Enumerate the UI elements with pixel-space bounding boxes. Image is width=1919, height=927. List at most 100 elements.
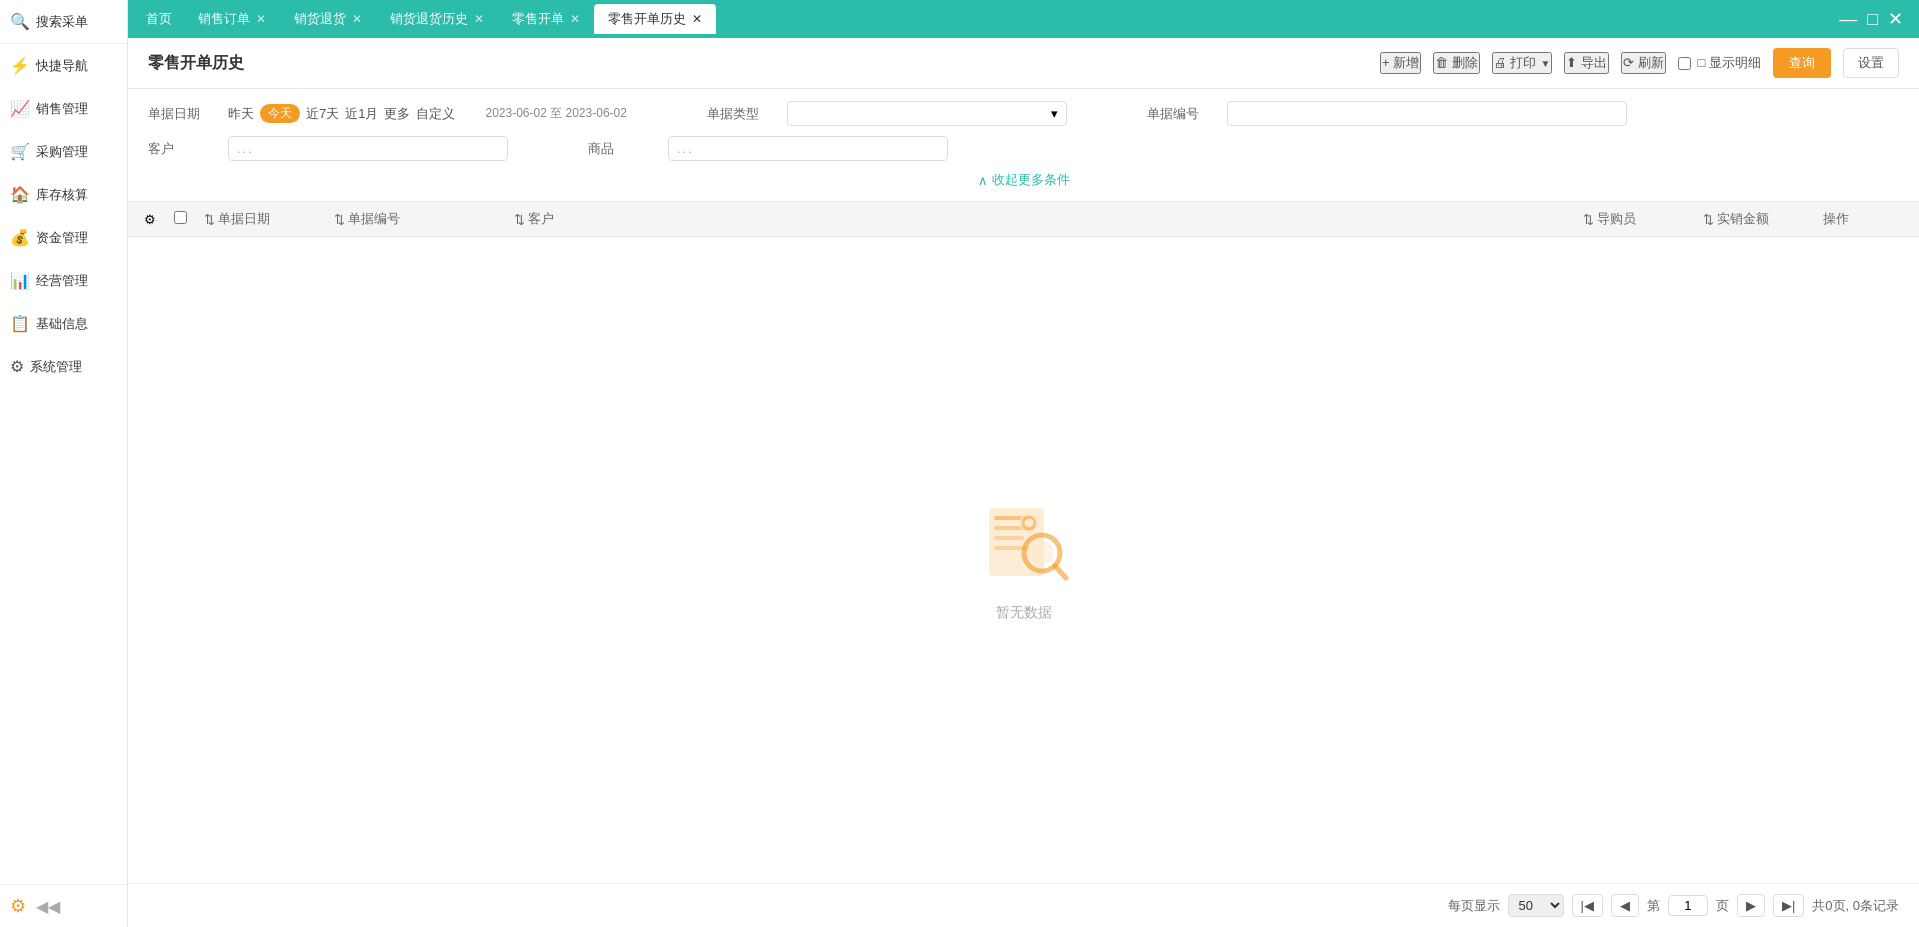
per-page-label: 每页显示: [1448, 897, 1500, 915]
tab-sales-order[interactable]: 销售订单 ✕: [184, 4, 280, 34]
tab-close-retail-open[interactable]: ✕: [570, 12, 580, 26]
date-options: 昨天 今天 近7天 近1月 更多 自定义: [228, 104, 455, 123]
date-option-1month[interactable]: 近1月: [345, 105, 378, 123]
page-title: 零售开单历史: [148, 53, 244, 74]
sidebar-item-operation[interactable]: 📊 经营管理: [0, 259, 127, 302]
search-icon: 🔍: [10, 12, 30, 31]
export-button[interactable]: ⬆ 导出: [1564, 52, 1609, 74]
sidebar-item-quick-nav[interactable]: ⚡ 快捷导航: [0, 44, 127, 87]
page-label: 第: [1647, 897, 1660, 915]
collapse-button[interactable]: ∧ 收起更多条件: [148, 171, 1899, 189]
col-header-order-no[interactable]: ⇅ 单据编号: [334, 210, 514, 228]
tab-retail-open-history[interactable]: 零售开单历史 ✕: [594, 4, 716, 34]
display-detail-checkbox[interactable]: □ 显示明细: [1678, 54, 1761, 72]
sidebar-search-label: 搜索采单: [36, 13, 88, 31]
empty-text: 暂无数据: [996, 604, 1052, 622]
sort-icon: ⇅: [334, 212, 345, 227]
last-page-button[interactable]: ▶|: [1773, 894, 1804, 917]
date-option-7days[interactable]: 近7天: [306, 105, 339, 123]
sort-icon: ⇅: [514, 212, 525, 227]
print-button[interactable]: 🖨 打印 ▼: [1492, 52, 1553, 74]
tab-close-sales-return-history[interactable]: ✕: [474, 12, 484, 26]
close-button[interactable]: ✕: [1888, 8, 1903, 30]
date-option-yesterday[interactable]: 昨天: [228, 105, 254, 123]
print-chevron-icon: ▼: [1540, 58, 1550, 69]
filter-row-date: 单据日期 昨天 今天 近7天 近1月 更多 自定义 2023-06-02 至 2…: [148, 101, 1899, 126]
minimize-button[interactable]: —: [1839, 9, 1857, 30]
empty-icon: [974, 498, 1074, 588]
chevron-down-icon: ▾: [1051, 106, 1058, 121]
table-settings[interactable]: ⚙: [144, 212, 174, 227]
page-content: 零售开单历史 + 新增 🗑 删除 🖨 打印 ▼ ⬆ 导出 ⟳ 刷新: [128, 38, 1919, 927]
tab-close-sales-return[interactable]: ✕: [352, 12, 362, 26]
order-type-label: 单据类型: [707, 105, 767, 123]
tab-home[interactable]: 首页: [134, 4, 184, 34]
sidebar-item-finance[interactable]: 💰 资金管理: [0, 216, 127, 259]
customer-select[interactable]: ...: [228, 136, 508, 161]
settings-bottom-icon[interactable]: ⚙: [10, 895, 26, 917]
sidebar-item-purchase[interactable]: 🛒 采购管理: [0, 130, 127, 173]
col-header-guide[interactable]: ⇅ 导购员: [1583, 210, 1703, 228]
sidebar-item-sales[interactable]: 📈 销售管理: [0, 87, 127, 130]
order-type-select[interactable]: ▾: [787, 101, 1067, 126]
main-area: 首页 销售订单 ✕ 销货退货 ✕ 销货退货历史 ✕ 零售开单 ✕ 零售开单历史 …: [128, 0, 1919, 927]
sidebar-item-label: 库存核算: [36, 186, 88, 204]
table-header: ⚙ ⇅ 单据日期 ⇅ 单据编号 ⇅ 客户 ⇅: [128, 202, 1919, 237]
sidebar-item-system[interactable]: ⚙ 系统管理: [0, 345, 127, 388]
select-all-checkbox[interactable]: [174, 211, 204, 227]
product-label: 商品: [588, 140, 648, 158]
sidebar-item-label: 销售管理: [36, 100, 88, 118]
tab-close-retail-open-history[interactable]: ✕: [692, 12, 702, 26]
col-header-date[interactable]: ⇅ 单据日期: [204, 210, 334, 228]
pagination: 每页显示 50 100 200 |◀ ◀ 第 页 ▶ ▶| 共0页, 0条记录: [128, 883, 1919, 927]
sidebar-item-label: 采购管理: [36, 143, 88, 161]
tab-close-sales-order[interactable]: ✕: [256, 12, 266, 26]
operation-icon: 📊: [10, 271, 30, 290]
sidebar-item-label: 基础信息: [36, 315, 88, 333]
setting-button[interactable]: 设置: [1843, 48, 1899, 78]
table-area: ⚙ ⇅ 单据日期 ⇅ 单据编号 ⇅ 客户 ⇅: [128, 202, 1919, 883]
sidebar-item-basic[interactable]: 📋 基础信息: [0, 302, 127, 345]
col-header-amount[interactable]: ⇅ 实销金额: [1703, 210, 1823, 228]
delete-button[interactable]: 🗑 删除: [1433, 52, 1480, 74]
sidebar: 🔍 搜索采单 ⚡ 快捷导航 📈 销售管理 🛒 采购管理 🏠 库存核算 💰 资金管…: [0, 0, 128, 927]
date-option-today[interactable]: 今天: [260, 104, 300, 123]
quick-nav-icon: ⚡: [10, 56, 30, 75]
next-page-button[interactable]: ▶: [1737, 894, 1765, 917]
sidebar-bottom: ⚙ ◀◀: [0, 884, 127, 927]
sidebar-item-inventory[interactable]: 🏠 库存核算: [0, 173, 127, 216]
svg-rect-3: [994, 536, 1024, 540]
inventory-icon: 🏠: [10, 185, 30, 204]
maximize-button[interactable]: □: [1867, 9, 1878, 30]
prev-page-button[interactable]: ◀: [1611, 894, 1639, 917]
col-header-action: 操作: [1823, 210, 1903, 228]
tab-bar: 首页 销售订单 ✕ 销货退货 ✕ 销货退货历史 ✕ 零售开单 ✕ 零售开单历史 …: [128, 0, 1919, 38]
add-button[interactable]: + 新增: [1380, 52, 1421, 74]
sidebar-search[interactable]: 🔍 搜索采单: [0, 0, 127, 44]
filter-row-customer: 客户 ... 商品 ...: [148, 136, 1899, 161]
refresh-button[interactable]: ⟳ 刷新: [1621, 52, 1666, 74]
basic-icon: 📋: [10, 314, 30, 333]
tab-sales-return-history[interactable]: 销货退货历史 ✕: [376, 4, 498, 34]
date-option-custom[interactable]: 自定义: [416, 105, 455, 123]
chevron-up-icon: ∧: [978, 173, 988, 188]
query-button[interactable]: 查询: [1773, 48, 1831, 78]
col-header-customer[interactable]: ⇅ 客户: [514, 210, 1583, 228]
sort-icon: ⇅: [1703, 212, 1714, 227]
date-option-more[interactable]: 更多: [384, 105, 410, 123]
total-info: 共0页, 0条记录: [1812, 897, 1899, 915]
page-suffix: 页: [1716, 897, 1729, 915]
tab-sales-return[interactable]: 销货退货 ✕: [280, 4, 376, 34]
svg-point-6: [1030, 541, 1054, 565]
settings-icon: ⚙: [144, 212, 156, 227]
order-no-input[interactable]: [1227, 101, 1627, 126]
window-controls: — □ ✕: [1839, 8, 1913, 30]
date-range: 2023-06-02 至 2023-06-02: [485, 105, 626, 122]
product-select[interactable]: ...: [668, 136, 948, 161]
page-input[interactable]: [1668, 895, 1708, 916]
date-label: 单据日期: [148, 105, 208, 123]
first-page-button[interactable]: |◀: [1572, 894, 1603, 917]
per-page-select[interactable]: 50 100 200: [1508, 894, 1564, 917]
tab-retail-open[interactable]: 零售开单 ✕: [498, 4, 594, 34]
collapse-sidebar-icon[interactable]: ◀◀: [36, 897, 60, 916]
